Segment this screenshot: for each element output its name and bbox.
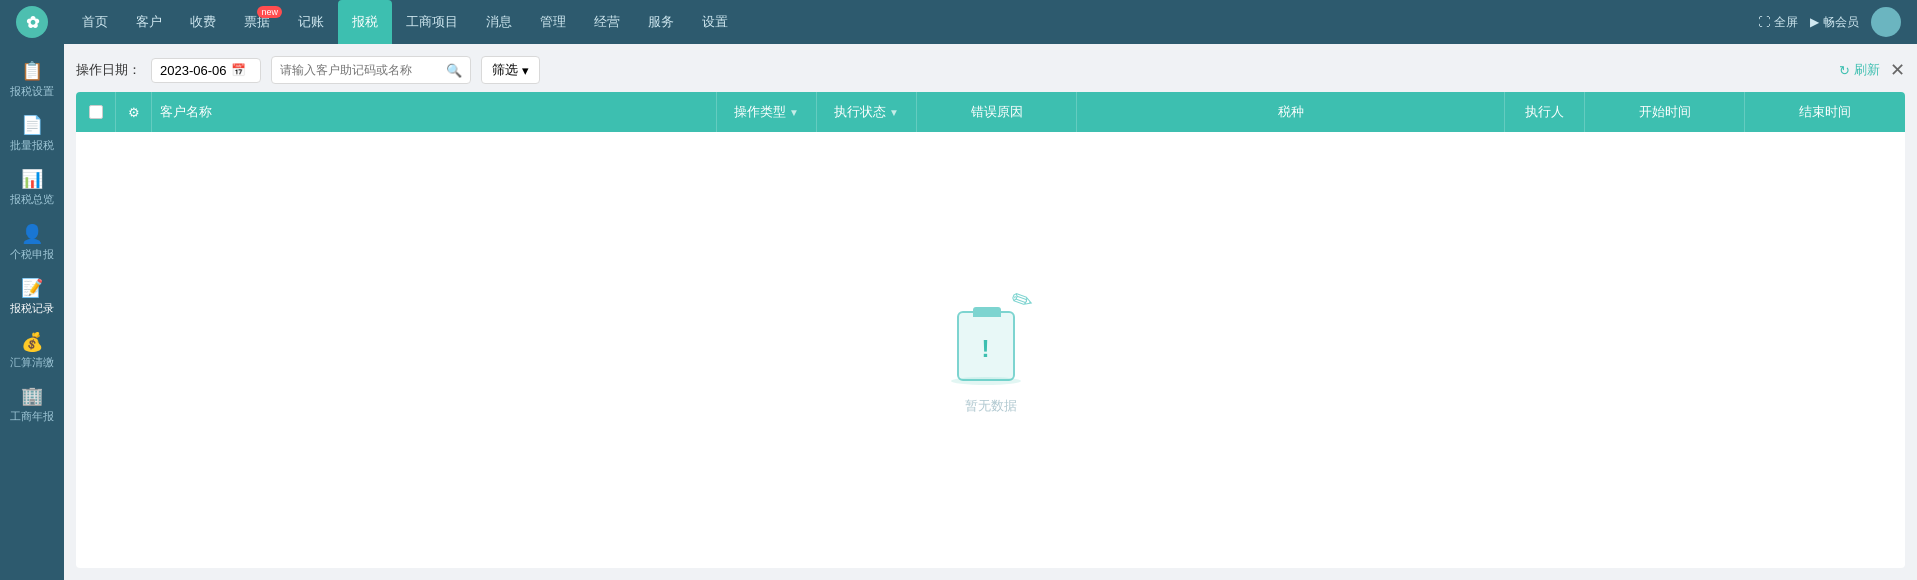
date-input[interactable]: 2023-06-06 📅 [151,58,261,83]
sidebar-item-annual-settlement[interactable]: 💰 汇算清缴 [0,323,64,377]
close-button[interactable]: ✕ [1890,61,1905,79]
th-error: 错误原因 [917,92,1077,132]
sidebar-item-tax-settings[interactable]: 📋 报税设置 [0,52,64,106]
top-navigation: ✿ 首页 客户 收费 票据 new 记账 报税 工商项目 消息 管理 经营 服务… [0,0,1917,44]
nav-item-industry[interactable]: 工商项目 [392,0,472,44]
header-checkbox[interactable] [89,105,103,119]
sidebar-label-batch-tax: 批量报税 [10,139,54,152]
search-input-wrap[interactable]: 🔍 [271,56,471,84]
nav-item-bookkeeping[interactable]: 记账 [284,0,338,44]
sidebar-item-tax-record[interactable]: 📝 报税记录 [0,269,64,323]
search-icon: 🔍 [446,63,462,78]
fullscreen-button[interactable]: ⛶ 全屏 [1758,14,1798,31]
date-value: 2023-06-06 [160,63,227,78]
sidebar: 📋 报税设置 📄 批量报税 📊 报税总览 👤 个税申报 📝 报税记录 💰 汇算清… [0,44,64,580]
empty-illustration: ✏ ! [941,285,1041,385]
chevron-down-icon: ▾ [522,63,529,78]
top-nav-right: ⛶ 全屏 ▶ 畅会员 [1758,7,1901,37]
member-button[interactable]: ▶ 畅会员 [1810,14,1859,31]
table-header: ⚙ 客户名称 操作类型 ▼ 执行状态 ▼ 错误原因 税种 [76,92,1905,132]
nav-item-operation[interactable]: 经营 [580,0,634,44]
user-avatar[interactable] [1871,7,1901,37]
sort-icon-status: ▼ [889,107,899,118]
th-endtime: 结束时间 [1745,92,1905,132]
th-settings[interactable]: ⚙ [116,92,152,132]
sidebar-item-batch-tax[interactable]: 📄 批量报税 [0,106,64,160]
app-logo[interactable]: ✿ [16,6,48,38]
personal-tax-icon: 👤 [21,223,43,245]
annual-report-icon: 🏢 [21,385,43,407]
th-checkbox[interactable] [76,92,116,132]
th-customer: 客户名称 [152,92,717,132]
filter-label: 筛选 [492,61,518,79]
table-body-empty: ✏ ! 暂无数据 [76,132,1905,568]
nav-item-customer[interactable]: 客户 [122,0,176,44]
batch-tax-icon: 📄 [21,114,43,136]
nav-items: 首页 客户 收费 票据 new 记账 报税 工商项目 消息 管理 经营 服务 设… [68,0,1758,44]
refresh-button[interactable]: ↻ 刷新 [1839,61,1880,79]
th-status: 执行状态 ▼ [817,92,917,132]
th-optype: 操作类型 ▼ [717,92,817,132]
clipboard-icon: ! [957,311,1015,381]
nav-item-tax[interactable]: 报税 [338,0,392,44]
tax-overview-icon: 📊 [21,168,43,190]
main-layout: 📋 报税设置 📄 批量报税 📊 报税总览 👤 个税申报 📝 报税记录 💰 汇算清… [0,44,1917,580]
sidebar-item-personal-tax[interactable]: 👤 个税申报 [0,215,64,269]
th-starttime: 开始时间 [1585,92,1745,132]
sort-icon-optype: ▼ [789,107,799,118]
sidebar-label-personal-tax: 个税申报 [10,248,54,261]
fullscreen-icon: ⛶ [1758,15,1770,29]
nav-item-invoice[interactable]: 票据 new [230,0,284,44]
th-executor: 执行人 [1505,92,1585,132]
th-tax: 税种 [1077,92,1505,132]
table: ⚙ 客户名称 操作类型 ▼ 执行状态 ▼ 错误原因 税种 [76,92,1905,568]
date-label: 操作日期： [76,61,141,79]
refresh-icon: ↻ [1839,63,1850,78]
logo-icon: ✿ [26,13,39,32]
settings-icon: ⚙ [128,105,140,120]
nav-item-fee[interactable]: 收费 [176,0,230,44]
nav-item-settings[interactable]: 设置 [688,0,742,44]
sidebar-label-tax-settings: 报税设置 [10,85,54,98]
empty-text: 暂无数据 [965,397,1017,415]
nav-item-service[interactable]: 服务 [634,0,688,44]
sidebar-item-annual-report[interactable]: 🏢 工商年报 [0,377,64,431]
content-area: 操作日期： 2023-06-06 📅 🔍 筛选 ▾ ↻ 刷新 ✕ [64,44,1917,580]
tax-settings-icon: 📋 [21,60,43,82]
sidebar-label-annual-settlement: 汇算清缴 [10,356,54,369]
sidebar-label-tax-record: 报税记录 [10,302,54,315]
filter-button[interactable]: 筛选 ▾ [481,56,540,84]
sidebar-label-tax-overview: 报税总览 [10,193,54,206]
toolbar: 操作日期： 2023-06-06 📅 🔍 筛选 ▾ ↻ 刷新 ✕ [76,56,1905,84]
new-badge: new [257,6,282,18]
nav-item-home[interactable]: 首页 [68,0,122,44]
play-icon: ▶ [1810,15,1819,29]
calendar-icon: 📅 [231,63,246,77]
sidebar-item-tax-overview[interactable]: 📊 报税总览 [0,160,64,214]
sidebar-label-annual-report: 工商年报 [10,410,54,423]
search-input[interactable] [280,63,446,77]
toolbar-right: ↻ 刷新 ✕ [1839,61,1905,79]
nav-item-manage[interactable]: 管理 [526,0,580,44]
tax-record-icon: 📝 [21,277,43,299]
nav-item-message[interactable]: 消息 [472,0,526,44]
annual-settlement-icon: 💰 [21,331,43,353]
exclamation-icon: ! [982,335,990,363]
